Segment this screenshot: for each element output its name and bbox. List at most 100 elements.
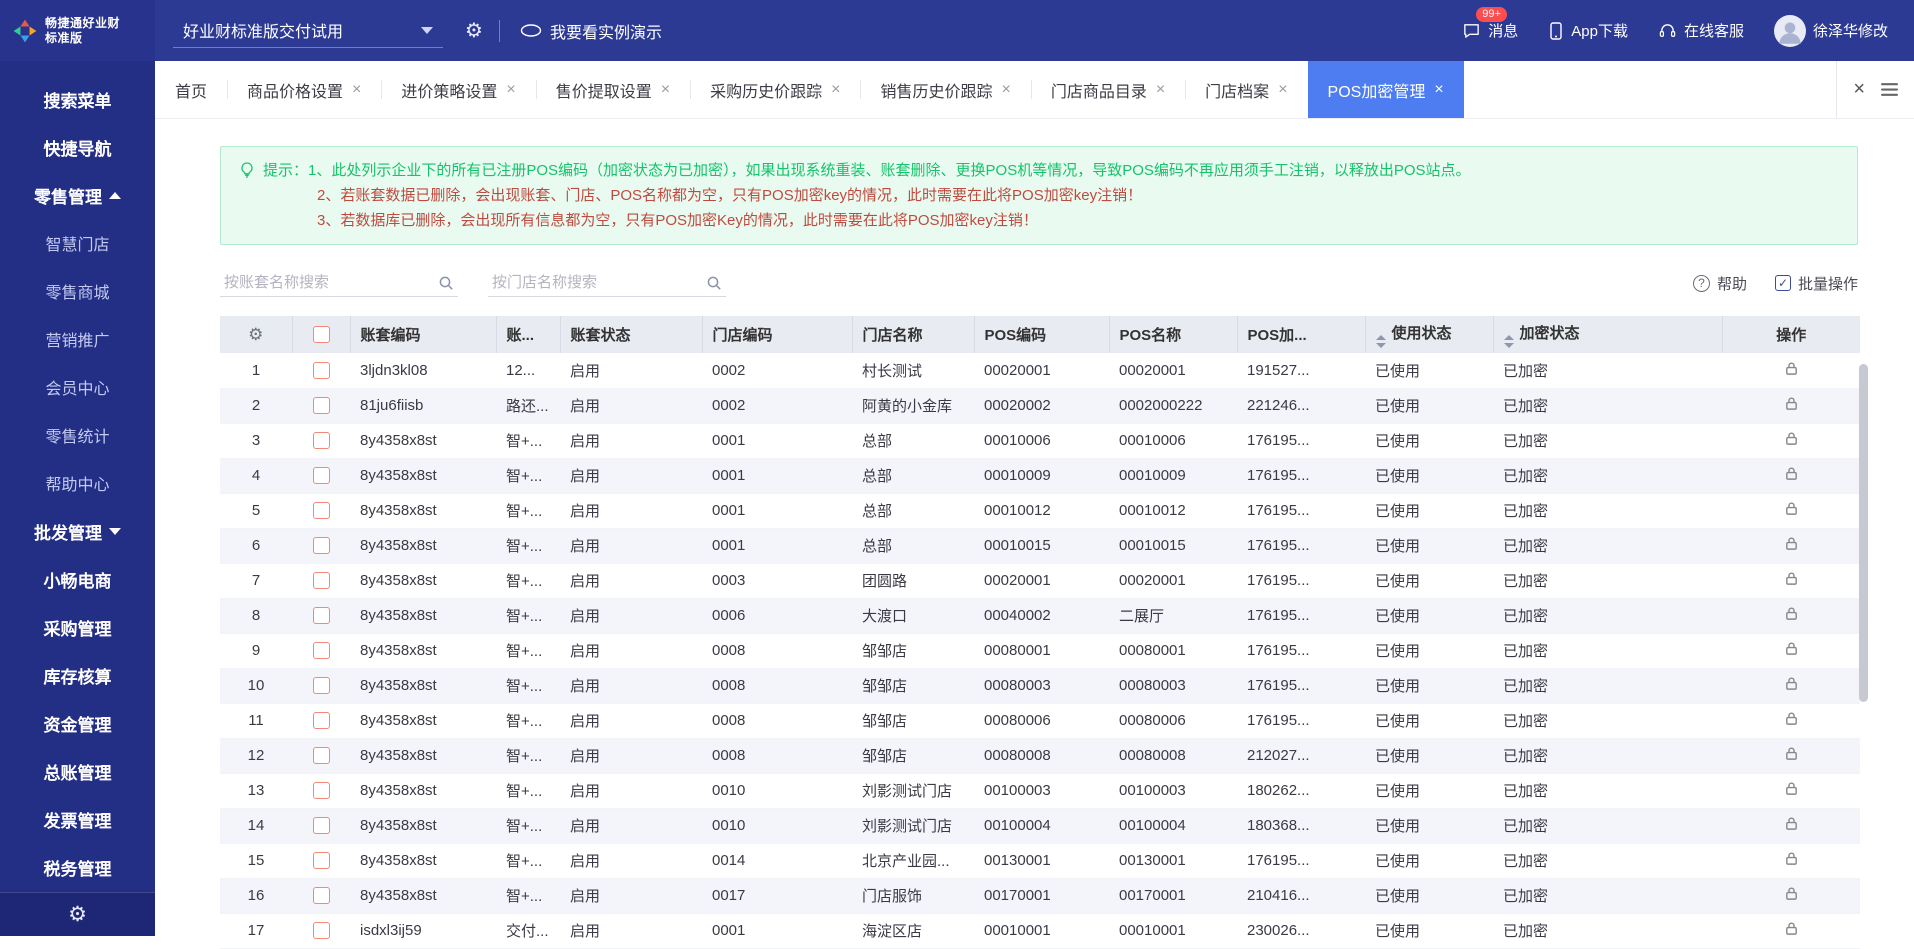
user-menu[interactable]: 徐泽华修改 bbox=[1773, 14, 1888, 47]
sidebar-item-15[interactable]: 发票管理 bbox=[0, 795, 155, 843]
lock-icon[interactable] bbox=[1784, 431, 1799, 446]
row-checkbox[interactable] bbox=[312, 887, 330, 905]
sidebar-item-8[interactable]: 帮助中心 bbox=[0, 459, 155, 507]
tab-4[interactable]: 采购历史价跟踪 × bbox=[690, 61, 860, 118]
sidebar-item-11[interactable]: 采购管理 bbox=[0, 603, 155, 651]
col-header-10: 操作 bbox=[1722, 316, 1860, 353]
cell-account_name: 智+... bbox=[496, 878, 560, 914]
column-settings-header[interactable]: ⚙ bbox=[220, 316, 293, 353]
lock-icon[interactable] bbox=[1784, 606, 1799, 621]
cell-use_status: 已使用 bbox=[1365, 808, 1493, 844]
account-search-input[interactable] bbox=[224, 274, 438, 291]
close-icon[interactable]: × bbox=[1156, 81, 1165, 98]
col-header-label: POS名称 bbox=[1119, 327, 1182, 344]
batch-operation-button[interactable]: ✓ 批量操作 bbox=[1774, 273, 1858, 294]
col-header-8[interactable]: 使用状态 bbox=[1365, 316, 1494, 353]
tab-8[interactable]: POS加密管理 × bbox=[1307, 61, 1464, 118]
close-icon[interactable]: × bbox=[1434, 81, 1443, 98]
chevron-down-icon bbox=[421, 26, 433, 34]
lock-icon[interactable] bbox=[1784, 781, 1799, 796]
messages-button[interactable]: 99+ 消息 bbox=[1462, 7, 1518, 41]
sidebar-item-16[interactable]: 税务管理 bbox=[0, 843, 155, 891]
online-service-button[interactable]: 在线客服 bbox=[1658, 20, 1744, 41]
sidebar-item-2[interactable]: 零售管理 bbox=[0, 171, 155, 219]
row-checkbox[interactable] bbox=[312, 817, 330, 835]
cell-pos_key: 210416... bbox=[1237, 878, 1365, 914]
row-checkbox[interactable] bbox=[312, 747, 330, 765]
app-download-button[interactable]: App下载 bbox=[1548, 20, 1628, 41]
row-checkbox[interactable] bbox=[312, 432, 330, 450]
row-checkbox[interactable] bbox=[312, 397, 330, 415]
row-checkbox[interactable] bbox=[312, 852, 330, 870]
close-icon[interactable]: × bbox=[506, 81, 515, 98]
tab-0[interactable]: 首页 bbox=[155, 61, 227, 118]
tab-7[interactable]: 门店档案 × bbox=[1185, 61, 1307, 118]
cell-account_code: 8y4358x8st bbox=[350, 458, 496, 494]
row-checkbox[interactable] bbox=[312, 642, 330, 660]
sidebar-item-7[interactable]: 零售统计 bbox=[0, 411, 155, 459]
cell-pos_key: 176195... bbox=[1237, 703, 1365, 739]
lock-icon[interactable] bbox=[1784, 851, 1799, 866]
close-icon[interactable]: × bbox=[1278, 81, 1287, 98]
lock-icon[interactable] bbox=[1784, 361, 1799, 376]
lock-icon[interactable] bbox=[1784, 501, 1799, 516]
sidebar-item-1[interactable]: 快捷导航 bbox=[0, 123, 155, 171]
scrollbar-thumb[interactable] bbox=[1859, 364, 1868, 702]
close-icon[interactable]: × bbox=[661, 81, 670, 98]
sidebar-item-10[interactable]: 小畅电商 bbox=[0, 555, 155, 603]
lock-icon[interactable] bbox=[1784, 746, 1799, 761]
lock-icon[interactable] bbox=[1784, 466, 1799, 481]
sidebar-item-4[interactable]: 零售商城 bbox=[0, 267, 155, 315]
select-all-checkbox[interactable] bbox=[312, 326, 330, 344]
row-checkbox[interactable] bbox=[312, 467, 330, 485]
tab-5[interactable]: 销售历史价跟踪 × bbox=[860, 61, 1030, 118]
row-checkbox[interactable] bbox=[312, 502, 330, 520]
row-checkbox[interactable] bbox=[312, 607, 330, 625]
sidebar-item-13[interactable]: 资金管理 bbox=[0, 699, 155, 747]
settings-gear-icon[interactable]: ⚙ bbox=[465, 18, 483, 43]
cell-pos_code: 00130001 bbox=[974, 843, 1109, 879]
lock-icon[interactable] bbox=[1784, 921, 1799, 936]
sidebar-item-12[interactable]: 库存核算 bbox=[0, 651, 155, 699]
lock-icon[interactable] bbox=[1784, 711, 1799, 726]
sidebar-item-6[interactable]: 会员中心 bbox=[0, 363, 155, 411]
row-checkbox[interactable] bbox=[312, 362, 330, 380]
lock-icon[interactable] bbox=[1784, 396, 1799, 411]
tab-2[interactable]: 进价策略设置 × bbox=[381, 61, 535, 118]
lock-icon[interactable] bbox=[1784, 536, 1799, 551]
store-search-input[interactable] bbox=[492, 274, 706, 291]
sidebar-item-0[interactable]: 搜索菜单 bbox=[0, 75, 155, 123]
close-icon[interactable]: × bbox=[1001, 81, 1010, 98]
lock-icon[interactable] bbox=[1784, 571, 1799, 586]
cell-account_name: 智+... bbox=[496, 528, 560, 564]
row-checkbox[interactable] bbox=[312, 537, 330, 555]
lock-icon[interactable] bbox=[1784, 641, 1799, 656]
close-all-tabs-button[interactable]: × bbox=[1853, 78, 1865, 101]
tab-6[interactable]: 门店商品目录 × bbox=[1030, 61, 1185, 118]
tab-menu-button[interactable] bbox=[1881, 82, 1898, 97]
sidebar-item-5[interactable]: 营销推广 bbox=[0, 315, 155, 363]
tab-1[interactable]: 商品价格设置 × bbox=[227, 61, 381, 118]
demo-link[interactable]: 我要看实例演示 bbox=[520, 19, 662, 43]
row-checkbox[interactable] bbox=[312, 782, 330, 800]
sidebar-item-14[interactable]: 总账管理 bbox=[0, 747, 155, 795]
close-icon[interactable]: × bbox=[352, 81, 361, 98]
sidebar-item-9[interactable]: 批发管理 bbox=[0, 507, 155, 555]
sidebar-item-3[interactable]: 智慧门店 bbox=[0, 219, 155, 267]
row-checkbox[interactable] bbox=[312, 922, 330, 940]
tab-3[interactable]: 售价提取设置 × bbox=[535, 61, 690, 118]
col-header-9[interactable]: 加密状态 bbox=[1493, 316, 1723, 353]
account-search bbox=[220, 269, 458, 297]
row-checkbox[interactable] bbox=[312, 572, 330, 590]
lock-icon[interactable] bbox=[1784, 886, 1799, 901]
row-checkbox[interactable] bbox=[312, 677, 330, 695]
close-icon[interactable]: × bbox=[831, 81, 840, 98]
help-button[interactable]: ? 帮助 bbox=[1692, 273, 1747, 294]
lock-icon[interactable] bbox=[1784, 816, 1799, 831]
row-checkbox[interactable] bbox=[312, 712, 330, 730]
lock-icon[interactable] bbox=[1784, 676, 1799, 691]
sidebar-settings-gear-icon[interactable]: ⚙ bbox=[68, 902, 87, 927]
product-select[interactable]: 好业财标准版交付试用 bbox=[173, 14, 443, 48]
pos-table: ⚙ 账套编码 账... 账套状态 门店编码 门店名称 POS编码 POS名称 POS加... 使用… bbox=[220, 316, 1860, 949]
row-action-cell bbox=[1722, 458, 1860, 494]
